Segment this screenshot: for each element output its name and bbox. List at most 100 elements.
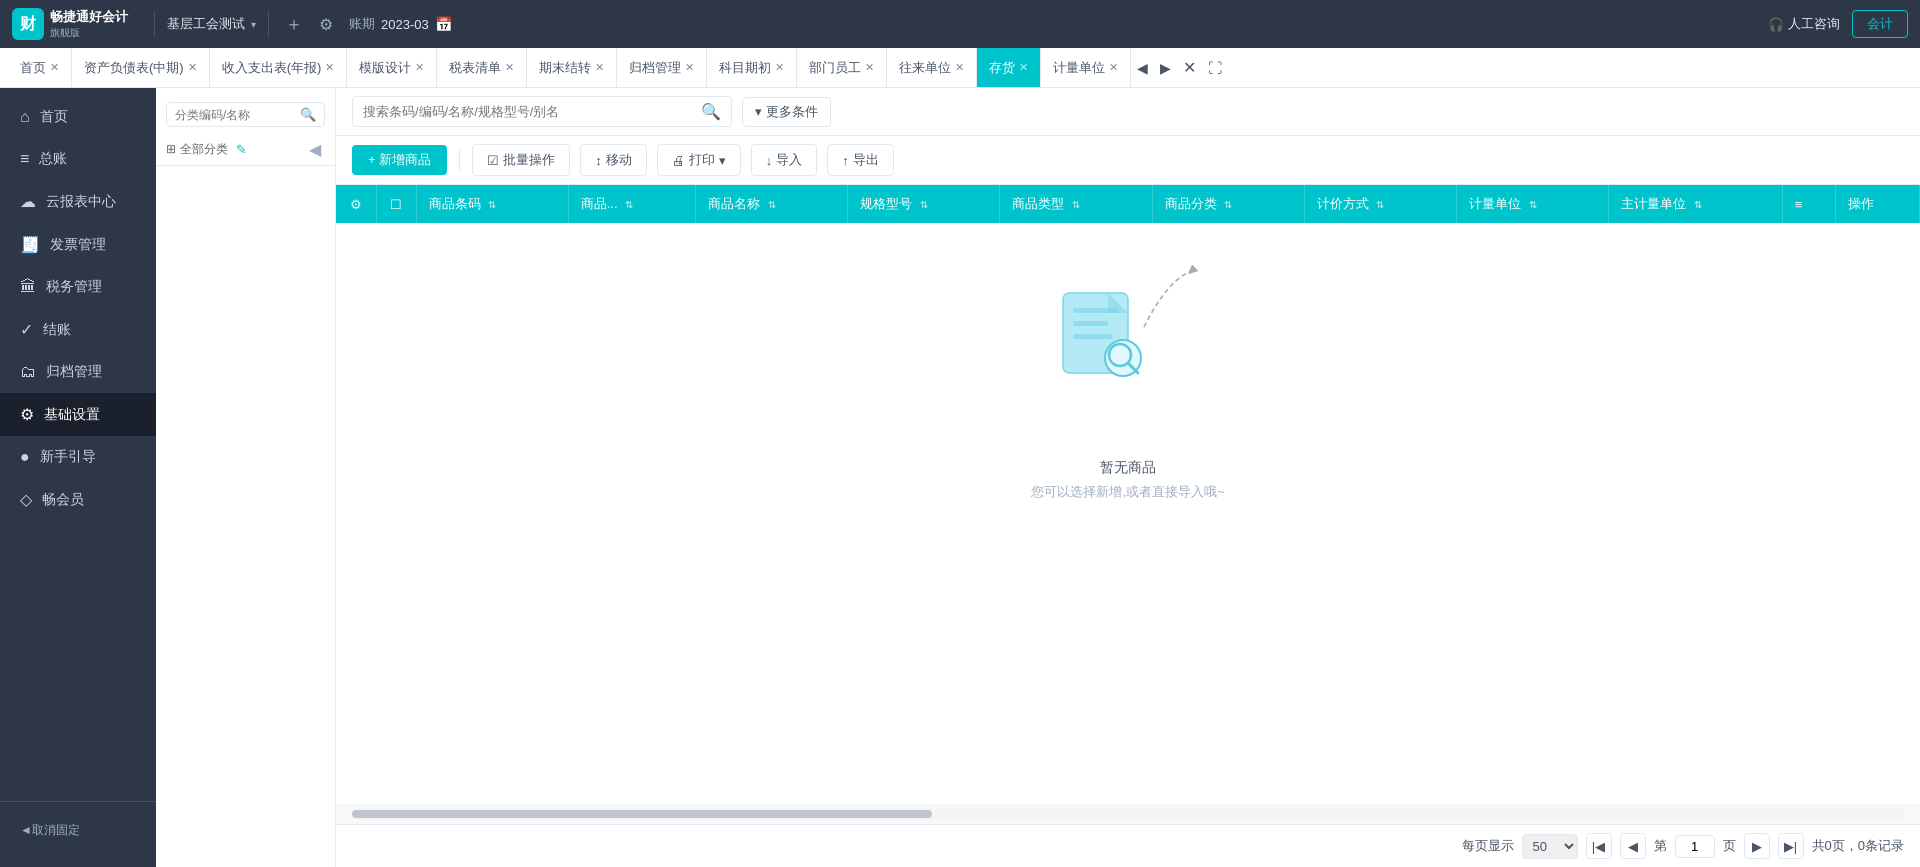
th-unit[interactable]: 计量单位 ⇅ xyxy=(1456,185,1608,223)
company-selector[interactable]: 基层工会测试 ▾ xyxy=(167,15,256,33)
move-button[interactable]: ↕ 移动 xyxy=(580,144,647,176)
th-settings[interactable]: ⚙ xyxy=(336,185,376,223)
batch-operation-button[interactable]: ☑ 批量操作 xyxy=(472,144,570,176)
th-more[interactable]: ≡ xyxy=(1782,185,1836,223)
close-tab-icon[interactable]: ✕ xyxy=(775,61,784,74)
filter-button[interactable]: ▾ 更多条件 xyxy=(742,97,831,127)
add-product-button[interactable]: + 新增商品 xyxy=(352,145,447,175)
edit-icon[interactable]: ✎ xyxy=(236,142,247,157)
product-search-input[interactable] xyxy=(363,104,695,119)
headset-icon: 🎧 xyxy=(1768,17,1784,32)
th-code[interactable]: 商品... ⇅ xyxy=(568,185,695,223)
tab-label: 归档管理 xyxy=(629,59,681,77)
sidebar-item-reports[interactable]: ☁ 云报表中心 xyxy=(0,180,156,223)
tab-income[interactable]: 收入支出表(年报) ✕ xyxy=(210,48,348,88)
sidebar-item-archive[interactable]: 🗂 归档管理 xyxy=(0,351,156,393)
service-button[interactable]: 🎧 人工咨询 xyxy=(1768,15,1840,33)
tab-clients[interactable]: 往来单位 ✕ xyxy=(887,48,977,88)
sidebar-item-label: 畅会员 xyxy=(42,491,84,509)
sort-icon: ⇅ xyxy=(1072,199,1080,210)
filter-icon: ▾ xyxy=(755,104,762,119)
th-name[interactable]: 商品名称 ⇅ xyxy=(695,185,847,223)
sort-icon: ⇅ xyxy=(1694,199,1702,210)
horizontal-scrollbar[interactable] xyxy=(352,808,1904,820)
tab-dept-staff[interactable]: 部门员工 ✕ xyxy=(797,48,887,88)
sidebar-item-tax[interactable]: 🏛 税务管理 xyxy=(0,266,156,308)
th-spec[interactable]: 规格型号 ⇅ xyxy=(848,185,1000,223)
all-categories-label[interactable]: 全部分类 xyxy=(180,141,228,158)
empty-subtitle: 您可以选择新增,或者直接导入哦~ xyxy=(1031,483,1224,501)
close-tab-icon[interactable]: ✕ xyxy=(685,61,694,74)
prev-page-button[interactable]: ◀ xyxy=(1620,833,1646,859)
tab-scroll-left-icon[interactable]: ◀ xyxy=(1131,56,1154,80)
tab-period-close[interactable]: 期末结转 ✕ xyxy=(527,48,617,88)
export-button[interactable]: ↑ 导出 xyxy=(827,144,894,176)
tab-subject-init[interactable]: 科目期初 ✕ xyxy=(707,48,797,88)
account-button[interactable]: 会计 xyxy=(1852,10,1908,38)
close-tab-icon[interactable]: ✕ xyxy=(595,61,604,74)
th-barcode[interactable]: 商品条码 ⇅ xyxy=(416,185,568,223)
th-checkbox[interactable]: ☐ xyxy=(376,185,416,223)
svg-rect-3 xyxy=(1073,321,1108,326)
tab-assets[interactable]: 资产负债表(中期) ✕ xyxy=(72,48,210,88)
product-table: ⚙ ☐ 商品条码 ⇅ 商品... ⇅ xyxy=(336,185,1920,223)
pagination-bar: 每页显示 50 100 200 |◀ ◀ 第 页 ▶ ▶| 共0页，0条记录 xyxy=(336,824,1920,867)
th-price-method[interactable]: 计价方式 ⇅ xyxy=(1304,185,1456,223)
next-page-button[interactable]: ▶ xyxy=(1744,833,1770,859)
print-button[interactable]: 🖨 打印 ▾ xyxy=(657,144,741,176)
tab-label: 资产负债表(中期) xyxy=(84,59,184,77)
main-panel: 🔍 ▾ 更多条件 + 新增商品 ☑ 批量操作 xyxy=(336,88,1920,867)
close-tab-icon[interactable]: ✕ xyxy=(505,61,514,74)
th-category[interactable]: 商品分类 ⇅ xyxy=(1152,185,1304,223)
tab-archive[interactable]: 归档管理 ✕ xyxy=(617,48,707,88)
sidebar-item-close[interactable]: ✓ 结账 xyxy=(0,308,156,351)
page-number-input[interactable] xyxy=(1675,835,1715,858)
collapse-panel-button[interactable]: ◀ xyxy=(305,139,325,159)
scrollbar-thumb[interactable] xyxy=(352,810,932,818)
close-tab-icon[interactable]: ✕ xyxy=(955,61,964,74)
per-page-select[interactable]: 50 100 200 xyxy=(1522,834,1578,859)
sidebar-item-guide[interactable]: ● 新手引导 xyxy=(0,436,156,478)
tab-template[interactable]: 模版设计 ✕ xyxy=(347,48,437,88)
calendar-icon[interactable]: 📅 xyxy=(435,16,452,32)
sidebar-item-label: 税务管理 xyxy=(46,278,102,296)
first-page-button[interactable]: |◀ xyxy=(1586,833,1612,859)
tab-tax[interactable]: 税表清单 ✕ xyxy=(437,48,527,88)
close-all-tabs-icon[interactable]: ✕ xyxy=(1177,54,1202,81)
tab-home[interactable]: 首页 ✕ xyxy=(8,48,72,88)
guide-icon: ● xyxy=(20,448,30,466)
sidebar-item-member[interactable]: ◇ 畅会员 xyxy=(0,478,156,521)
sidebar-item-home[interactable]: ⌂ 首页 xyxy=(0,96,156,138)
th-action: 操作 xyxy=(1836,185,1920,223)
tab-inventory[interactable]: 存货 ✕ xyxy=(977,48,1041,88)
expand-icon[interactable]: ⛶ xyxy=(1202,56,1228,80)
close-tab-icon[interactable]: ✕ xyxy=(1019,61,1028,74)
unpin-button[interactable]: ◄取消固定 xyxy=(0,814,156,847)
close-tab-icon[interactable]: ✕ xyxy=(865,61,874,74)
th-type[interactable]: 商品类型 ⇅ xyxy=(1000,185,1152,223)
print-label: 打印 xyxy=(689,151,715,169)
close-tab-icon[interactable]: ✕ xyxy=(50,61,59,74)
close-tab-icon[interactable]: ✕ xyxy=(325,61,334,74)
sort-icon: ⇅ xyxy=(625,199,633,210)
th-main-unit[interactable]: 主计量单位 ⇅ xyxy=(1609,185,1783,223)
move-icon: ↕ xyxy=(595,153,602,168)
sidebar-item-label: 云报表中心 xyxy=(46,193,116,211)
close-tab-icon[interactable]: ✕ xyxy=(188,61,197,74)
sidebar-item-invoice[interactable]: 🧾 发票管理 xyxy=(0,223,156,266)
last-page-button[interactable]: ▶| xyxy=(1778,833,1804,859)
tab-scroll-right-icon[interactable]: ▶ xyxy=(1154,56,1177,80)
settings-icon[interactable]: ⚙ xyxy=(315,11,337,38)
close-tab-icon[interactable]: ✕ xyxy=(1109,61,1118,74)
period-label: 账期 xyxy=(349,15,375,33)
import-button[interactable]: ↓ 导入 xyxy=(751,144,818,176)
search-icon[interactable]: 🔍 xyxy=(701,102,721,121)
search-icon[interactable]: 🔍 xyxy=(300,107,316,122)
sidebar-item-settings[interactable]: ⚙ 基础设置 xyxy=(0,393,156,436)
action-sep-1 xyxy=(459,150,460,170)
add-tab-button[interactable]: ＋ xyxy=(281,8,307,40)
tab-unit[interactable]: 计量单位 ✕ xyxy=(1041,48,1131,88)
close-tab-icon[interactable]: ✕ xyxy=(415,61,424,74)
sidebar-item-ledger[interactable]: ≡ 总账 xyxy=(0,138,156,180)
category-search-input[interactable] xyxy=(175,108,294,122)
